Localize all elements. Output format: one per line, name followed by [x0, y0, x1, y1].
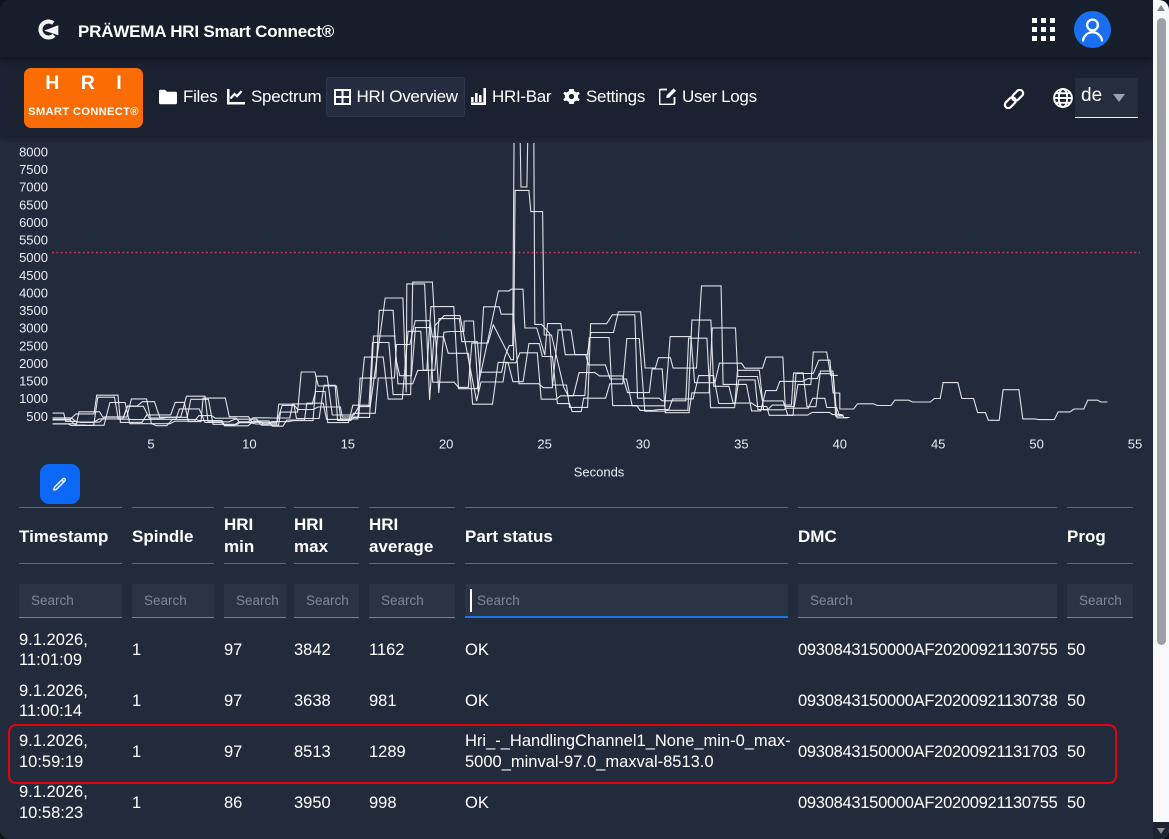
svg-text:Seconds: Seconds	[574, 465, 625, 480]
svg-text:3500: 3500	[19, 303, 48, 318]
svg-text:25: 25	[537, 437, 551, 452]
svg-text:55: 55	[1128, 437, 1142, 452]
svg-text:8000: 8000	[19, 144, 48, 159]
svg-text:6000: 6000	[19, 215, 48, 230]
svg-text:7500: 7500	[19, 162, 48, 177]
svg-text:2000: 2000	[19, 356, 48, 371]
svg-text:2500: 2500	[19, 338, 48, 353]
svg-text:1000: 1000	[19, 391, 48, 406]
svg-text:15: 15	[341, 437, 355, 452]
svg-text:7000: 7000	[19, 180, 48, 195]
svg-text:4500: 4500	[19, 268, 48, 283]
svg-text:5: 5	[147, 437, 154, 452]
svg-text:30: 30	[636, 437, 650, 452]
svg-text:10: 10	[242, 437, 256, 452]
svg-text:5000: 5000	[19, 250, 48, 265]
svg-text:40: 40	[833, 437, 847, 452]
svg-text:35: 35	[734, 437, 748, 452]
svg-text:50: 50	[1029, 437, 1043, 452]
svg-text:3000: 3000	[19, 321, 48, 336]
svg-text:4000: 4000	[19, 285, 48, 300]
svg-text:1500: 1500	[19, 374, 48, 389]
svg-text:6500: 6500	[19, 197, 48, 212]
svg-text:45: 45	[931, 437, 945, 452]
svg-text:500: 500	[26, 409, 48, 424]
svg-text:20: 20	[439, 437, 453, 452]
svg-text:5500: 5500	[19, 233, 48, 248]
